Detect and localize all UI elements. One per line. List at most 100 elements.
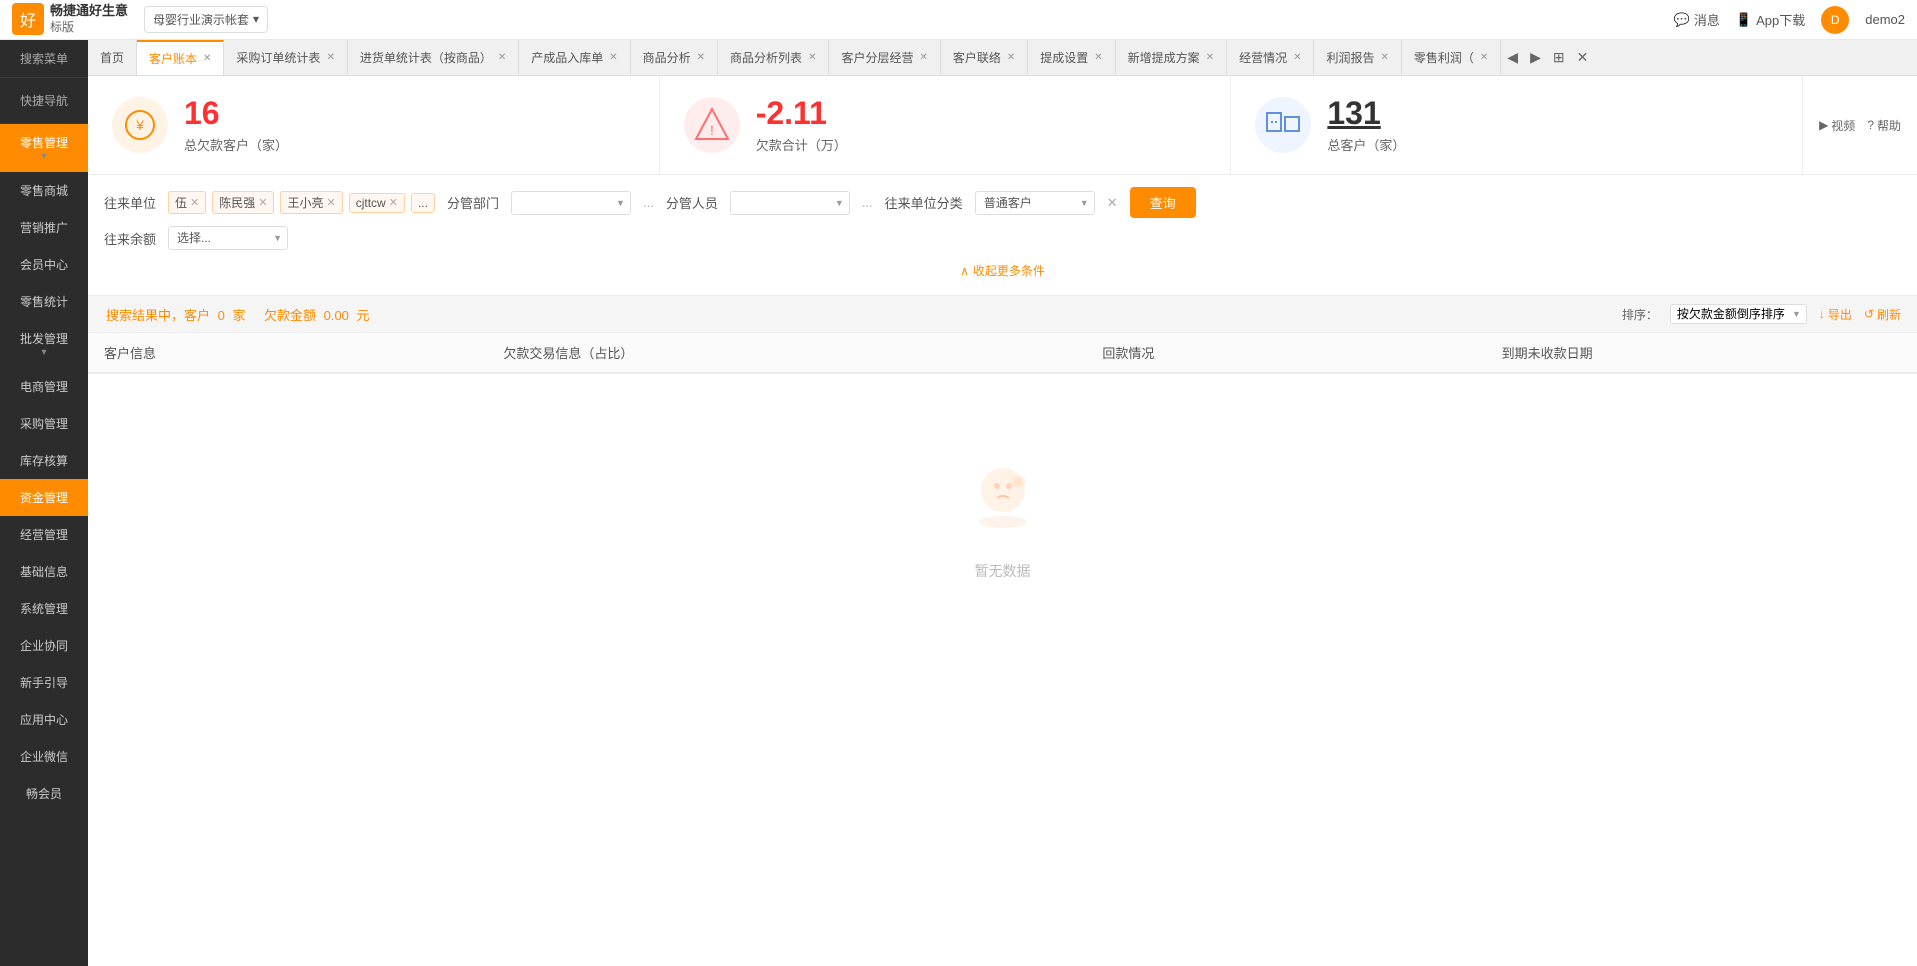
sidebar-item-new-guide[interactable]: 新手引导 <box>0 664 88 701</box>
tab-close-icon[interactable]: ✕ <box>609 52 617 63</box>
sidebar-item-wholesale[interactable]: 批发管理 ▾ <box>0 320 88 368</box>
sidebar-item-ecommerce[interactable]: 电商管理 <box>0 368 88 405</box>
sidebar-item-app-center[interactable]: 应用中心 <box>0 701 88 738</box>
logo-area: 好 畅捷通好生意 标版 <box>12 3 128 35</box>
help-link[interactable]: ? 帮助 <box>1867 117 1901 134</box>
remove-tag-chen[interactable]: ✕ <box>258 196 267 209</box>
sidebar-item-inventory[interactable]: 库存核算 <box>0 442 88 479</box>
query-button[interactable]: 查询 <box>1130 187 1196 218</box>
tab-customer-contact[interactable]: 客户联络 ✕ <box>941 40 1028 76</box>
total-customers-value: 131 <box>1327 96 1405 131</box>
sidebar-item-wechat[interactable]: 企业微信 <box>0 738 88 775</box>
sidebar: 搜索菜单 快捷导航 零售管理 ▾ 零售商城 营销推广 会员中心 零售统计 批发管… <box>0 40 88 966</box>
tab-commission-setting[interactable]: 提成设置 ✕ <box>1028 40 1115 76</box>
tab-close-icon[interactable]: ✕ <box>203 53 211 64</box>
tab-close-icon[interactable]: ✕ <box>1094 52 1102 63</box>
sidebar-item-purchase[interactable]: 采购管理 <box>0 405 88 442</box>
tab-close-icon[interactable]: ✕ <box>808 52 816 63</box>
tab-close-icon[interactable]: ✕ <box>1007 52 1015 63</box>
sidebar-item-vip[interactable]: 畅会员 <box>0 775 88 812</box>
tab-close-icon[interactable]: ✕ <box>1293 52 1301 63</box>
remove-tag-wang[interactable]: ✕ <box>327 196 336 209</box>
remainder-select[interactable]: 选择... <box>168 226 288 250</box>
tab-close-icon[interactable]: ✕ <box>1480 52 1488 63</box>
sidebar-item-retail-mgmt[interactable]: 零售管理 ▾ <box>0 124 88 172</box>
filter-tags: 伍 ✕ 陈民强 ✕ 王小亮 ✕ cjttcw ✕ <box>168 191 435 214</box>
tab-close-icon[interactable]: ✕ <box>326 52 334 63</box>
stats-bar: ¥ 16 总欠款客户（家） ! <box>88 76 1917 175</box>
remove-tag-cjttcw[interactable]: ✕ <box>389 196 398 209</box>
filter-tag-wu: 伍 ✕ <box>168 191 206 214</box>
video-link[interactable]: ▶ 视频 <box>1819 117 1855 134</box>
filter-bar: 往来单位 伍 ✕ 陈民强 ✕ 王小亮 ✕ <box>88 175 1917 296</box>
sidebar-item-operation[interactable]: 经营管理 <box>0 516 88 553</box>
collapse-button[interactable]: ∧ 收起更多条件 <box>960 258 1045 283</box>
sidebar-item-marketing[interactable]: 营销推广 <box>0 209 88 246</box>
tab-retail-profit[interactable]: 零售利润（ ✕ <box>1402 40 1501 76</box>
app-download-button[interactable]: 📱 App下载 <box>1736 10 1805 29</box>
tab-bar: 首页 客户账本 ✕ 采购订单统计表 ✕ 进货单统计表（按商品） ✕ 产成品入库单… <box>88 40 1917 76</box>
sidebar-item-finance[interactable]: 资金管理 <box>0 479 88 516</box>
filter-tag-wang: 王小亮 ✕ <box>280 191 342 214</box>
tab-product-inbound[interactable]: 产成品入库单 ✕ <box>519 40 630 76</box>
sidebar-item-retail-stats[interactable]: 零售统计 <box>0 283 88 320</box>
sidebar-item-retail-shop[interactable]: 零售商城 <box>0 172 88 209</box>
tab-close-icon[interactable]: ✕ <box>919 52 927 63</box>
debt-customers-value: 16 <box>184 96 288 131</box>
export-icon: ↓ <box>1819 307 1825 321</box>
tab-close-all-icon[interactable]: ✕ <box>1571 49 1595 66</box>
export-button[interactable]: ↓ 导出 <box>1819 306 1852 323</box>
tab-close-icon[interactable]: ✕ <box>1206 52 1214 63</box>
more-tags[interactable]: ... <box>411 193 435 213</box>
unit-class-label: 往来单位分类 <box>885 193 963 212</box>
sidebar-item-sys-mgmt[interactable]: 系统管理 <box>0 590 88 627</box>
tab-profit-report[interactable]: 利润报告 ✕ <box>1314 40 1401 76</box>
tab-operation[interactable]: 经营情况 ✕ <box>1227 40 1314 76</box>
tab-scroll-right[interactable]: ▶ <box>1524 49 1547 66</box>
search-menu-label[interactable]: 搜索菜单 <box>20 52 68 66</box>
dept-more-icon[interactable]: ... <box>643 195 654 210</box>
sidebar-quick-nav[interactable]: 快捷导航 <box>0 78 88 124</box>
avatar[interactable]: D <box>1821 6 1849 34</box>
sort-select-wrapper: 按欠款金额倒序排序 <box>1670 304 1807 324</box>
tab-customer-layer[interactable]: 客户分层经营 ✕ <box>829 40 940 76</box>
tab-stock-stats[interactable]: 进货单统计表（按商品） ✕ <box>348 40 519 76</box>
result-actions: 排序： 按欠款金额倒序排序 ↓ 导出 ↺ 刷新 <box>1622 304 1901 324</box>
sidebar-item-member[interactable]: 会员中心 <box>0 246 88 283</box>
person-more-icon[interactable]: ... <box>862 195 873 210</box>
chevron-icon: ▾ <box>4 347 84 358</box>
message-icon: 💬 <box>1674 12 1690 28</box>
unit-class-select-wrapper: 普通客户 <box>975 191 1095 215</box>
sidebar-item-enterprise[interactable]: 企业协同 <box>0 627 88 664</box>
tab-close-icon[interactable]: ✕ <box>1381 52 1389 63</box>
unit-class-select[interactable]: 普通客户 <box>975 191 1095 215</box>
tab-close-icon[interactable]: ✕ <box>697 52 705 63</box>
total-debt-value: -2.11 <box>756 96 847 131</box>
sidebar-item-base-info[interactable]: 基础信息 <box>0 553 88 590</box>
username[interactable]: demo2 <box>1865 12 1905 27</box>
tab-goods-analysis-list[interactable]: 商品分析列表 ✕ <box>718 40 829 76</box>
tab-purchase-order[interactable]: 采购订单统计表 ✕ <box>224 40 347 76</box>
tab-goods-analysis[interactable]: 商品分析 ✕ <box>631 40 718 76</box>
tab-home[interactable]: 首页 <box>88 40 137 76</box>
remove-tag-wu[interactable]: ✕ <box>190 196 199 209</box>
quick-nav-label[interactable]: 快捷导航 <box>0 84 88 117</box>
workspace-selector[interactable]: 母婴行业演示帐套 ▾ <box>144 6 268 33</box>
tab-new-commission[interactable]: 新增提成方案 ✕ <box>1116 40 1227 76</box>
tab-scroll-left[interactable]: ◀ <box>1501 49 1524 66</box>
stat-total-debt: ! -2.11 欠款合计（万） <box>660 76 1232 174</box>
unit-class-more-icon[interactable]: ✕ <box>1107 195 1118 211</box>
dept-select[interactable] <box>511 191 631 215</box>
tab-customer-ledger[interactable]: 客户账本 ✕ <box>137 40 224 76</box>
filter-row-1: 往来单位 伍 ✕ 陈民强 ✕ 王小亮 ✕ <box>104 187 1901 218</box>
tab-expand-icon[interactable]: ⊞ <box>1547 49 1571 66</box>
person-select[interactable] <box>730 191 850 215</box>
sidebar-search[interactable]: 搜索菜单 <box>0 40 88 78</box>
tab-close-icon[interactable]: ✕ <box>498 52 506 63</box>
message-button[interactable]: 💬 消息 <box>1674 10 1720 29</box>
refresh-button[interactable]: ↺ 刷新 <box>1864 306 1901 323</box>
sort-select[interactable]: 按欠款金额倒序排序 <box>1670 304 1807 324</box>
empty-text: 暂无数据 <box>975 561 1031 581</box>
result-info: 搜索结果中，客户 0 家 欠款金额 0.00 元 <box>104 305 372 324</box>
help-icon: ? <box>1867 118 1874 132</box>
